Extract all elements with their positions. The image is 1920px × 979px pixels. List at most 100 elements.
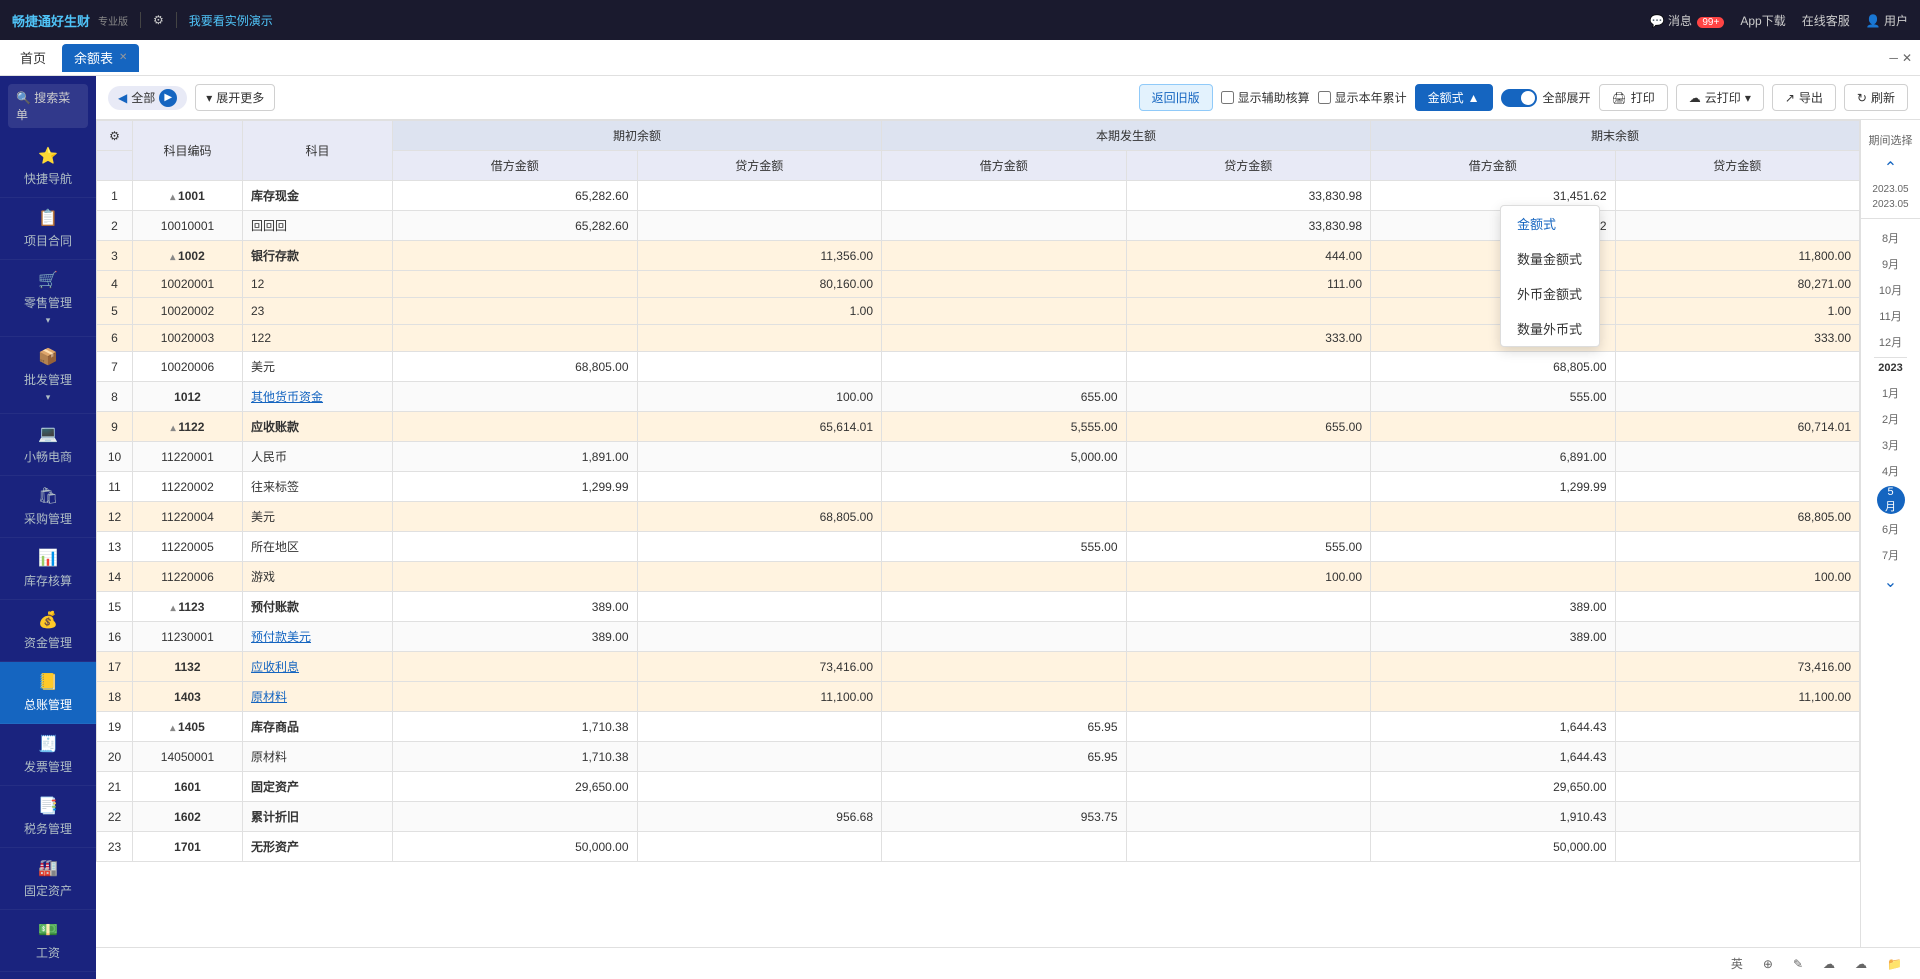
sidebar-item-quick-nav[interactable]: ⭐ 快捷导航 [0,136,96,198]
edit-bottom-icon[interactable]: ✎ [1787,955,1809,973]
month-mar[interactable]: 3月 [1861,434,1920,456]
table-row[interactable]: 9▴ 1122应收账款65,614.015,555.00655.0060,714… [97,412,1860,442]
month-jan[interactable]: 1月 [1861,382,1920,404]
opening-debit [393,325,638,352]
settings-col-header[interactable]: ⚙ [97,121,133,151]
full-expand-switch[interactable] [1501,89,1537,107]
app-download-btn[interactable]: App下载 [1740,12,1785,29]
back-arrow-icon[interactable]: ◀ [118,91,127,105]
show-year-total-checkbox[interactable] [1318,91,1331,104]
sidebar-item-purchase[interactable]: 🛍 采购管理 [0,476,96,538]
folder-bottom-icon[interactable]: 📁 [1881,955,1908,973]
settings-bottom-icon[interactable]: ⊕ [1757,955,1779,973]
row-name[interactable]: 应收利息 [243,652,393,682]
window-minimize-icon[interactable]: ─ [1889,51,1898,65]
table-row[interactable]: 15▴ 1123预付账款389.00389.00 [97,592,1860,622]
lang-icon[interactable]: 英 [1725,953,1749,974]
row-name[interactable]: 原材料 [243,682,393,712]
cloud-print-button[interactable]: ☁ 云打印 ▾ [1676,84,1764,111]
ledger-icon: 📒 [38,672,58,692]
current-credit [1126,622,1371,652]
current-credit [1126,592,1371,622]
sidebar-item-tax[interactable]: 📑 税务管理 [0,786,96,848]
notification-btn[interactable]: 💬 消息 99+ [1650,12,1725,29]
table-row[interactable]: 1211220004美元68,805.0068,805.00 [97,502,1860,532]
sidebar-item-ledger[interactable]: 📒 总账管理 [0,662,96,724]
month-aug[interactable]: 8月 [1861,227,1920,249]
period-down-arrow[interactable]: ⌄ [1882,570,1899,594]
table-row[interactable]: 81012其他货币资金100.00655.00555.00 [97,382,1860,412]
table-row[interactable]: 171132应收利息73,416.0073,416.00 [97,652,1860,682]
table-row[interactable]: 211601固定资产29,650.0029,650.00 [97,772,1860,802]
inventory-label: 库存核算 [24,572,72,589]
sidebar-search[interactable]: 🔍 搜索菜单 [0,76,96,136]
sidebar-item-inventory[interactable]: 📊 库存核算 [0,538,96,600]
table-row[interactable]: 231701无形资产50,000.0050,000.00 [97,832,1860,862]
refresh-button[interactable]: ↻ 刷新 [1844,84,1908,111]
month-sep[interactable]: 9月 [1861,253,1920,275]
opening-credit: 80,160.00 [637,271,882,298]
opening-credit [637,442,882,472]
expand-more-button[interactable]: ▾ 展开更多 [195,84,275,111]
table-row[interactable]: 1611230001预付款美元389.00389.00 [97,622,1860,652]
tab-close-icon[interactable]: ✕ [119,52,127,63]
table-row[interactable]: 1411220006游戏100.00100.00 [97,562,1860,592]
month-oct[interactable]: 10月 [1861,279,1920,301]
sidebar-item-funds[interactable]: 💰 资金管理 [0,600,96,662]
table-row[interactable]: 1311220005所在地区555.00555.00 [97,532,1860,562]
month-jul[interactable]: 7月 [1861,544,1920,566]
full-expand-toggle: 全部展开 [1501,89,1591,107]
row-name: 回回回 [243,211,393,241]
table-row[interactable]: 181403原材料11,100.0011,100.00 [97,682,1860,712]
format-mode-button[interactable]: 金额式 ▲ [1415,84,1493,111]
table-row[interactable]: 1011220001人民币1,891.005,000.006,891.00 [97,442,1860,472]
window-close-icon[interactable]: ✕ [1902,51,1912,65]
month-apr[interactable]: 4月 [1861,460,1920,482]
month-nov[interactable]: 11月 [1861,305,1920,327]
sidebar-item-invoice[interactable]: 🧾 发票管理 [0,724,96,786]
table-row[interactable]: 710020006美元68,805.0068,805.00 [97,352,1860,382]
return-old-button[interactable]: 返回旧版 [1139,84,1213,111]
format-option-qty-amount[interactable]: 数量金额式 [1501,241,1599,276]
month-dec[interactable]: 12月 [1861,331,1920,353]
current-col-header: 本期发生额 [882,121,1371,151]
closing-credit [1615,802,1860,832]
tab-home[interactable]: 首页 [8,44,58,72]
sidebar-item-salary[interactable]: 💵 工资 [0,910,96,972]
format-option-qty-foreign[interactable]: 数量外币式 [1501,311,1599,346]
settings-icon[interactable]: ⚙ [153,13,164,27]
table-row[interactable]: 1111220002往来标签1,299.991,299.99 [97,472,1860,502]
table-row[interactable]: 19▴ 1405库存商品1,710.3865.951,644.43 [97,712,1860,742]
cloud2-bottom-icon[interactable]: ☁ [1849,955,1873,973]
sidebar-item-contract[interactable]: 📋 项目合同 [0,198,96,260]
opening-credit [637,712,882,742]
row-no: 3 [97,241,133,271]
user-avatar[interactable]: 👤 用户 [1866,12,1908,29]
format-option-foreign-amount[interactable]: 外币金额式 [1501,276,1599,311]
sidebar-item-fixed-assets[interactable]: 🏭 固定资产 [0,848,96,910]
table-row[interactable]: 221602累计折旧956.68953.751,910.43 [97,802,1860,832]
table-row[interactable]: 2014050001原材料1,710.3865.951,644.43 [97,742,1860,772]
search-menu-button[interactable]: 🔍 搜索菜单 [8,84,88,128]
sidebar-item-management[interactable]: 📈 经营管理 [0,972,96,979]
demo-link[interactable]: 我要看实例演示 [189,12,273,29]
tab-balance[interactable]: 余额表 ✕ [62,44,139,72]
online-service-btn[interactable]: 在线客服 [1802,12,1850,29]
closing-credit: 11,800.00 [1615,241,1860,271]
opening-debit: 1,710.38 [393,742,638,772]
month-feb[interactable]: 2月 [1861,408,1920,430]
export-button[interactable]: ↗ 导出 [1772,84,1836,111]
month-jun[interactable]: 6月 [1861,518,1920,540]
format-option-amount[interactable]: 金额式 [1501,206,1599,241]
row-name[interactable]: 其他货币资金 [243,382,393,412]
month-may[interactable]: 5月 [1877,486,1905,514]
row-name[interactable]: 预付款美元 [243,622,393,652]
sidebar-item-ecommerce[interactable]: 💻 小畅电商 [0,414,96,476]
breadcrumb-forward-icon[interactable]: ▶ [159,89,177,107]
print-button[interactable]: 🖨 打印 [1599,84,1668,111]
sidebar-item-wholesale[interactable]: 📦 批发管理 ▾ [0,337,96,414]
show-auxiliary-checkbox[interactable] [1221,91,1234,104]
sidebar-item-retail[interactable]: 🛒 零售管理 ▾ [0,260,96,337]
cloud-bottom-icon[interactable]: ☁ [1817,955,1841,973]
period-up-arrow[interactable]: ⌃ [1882,156,1899,180]
